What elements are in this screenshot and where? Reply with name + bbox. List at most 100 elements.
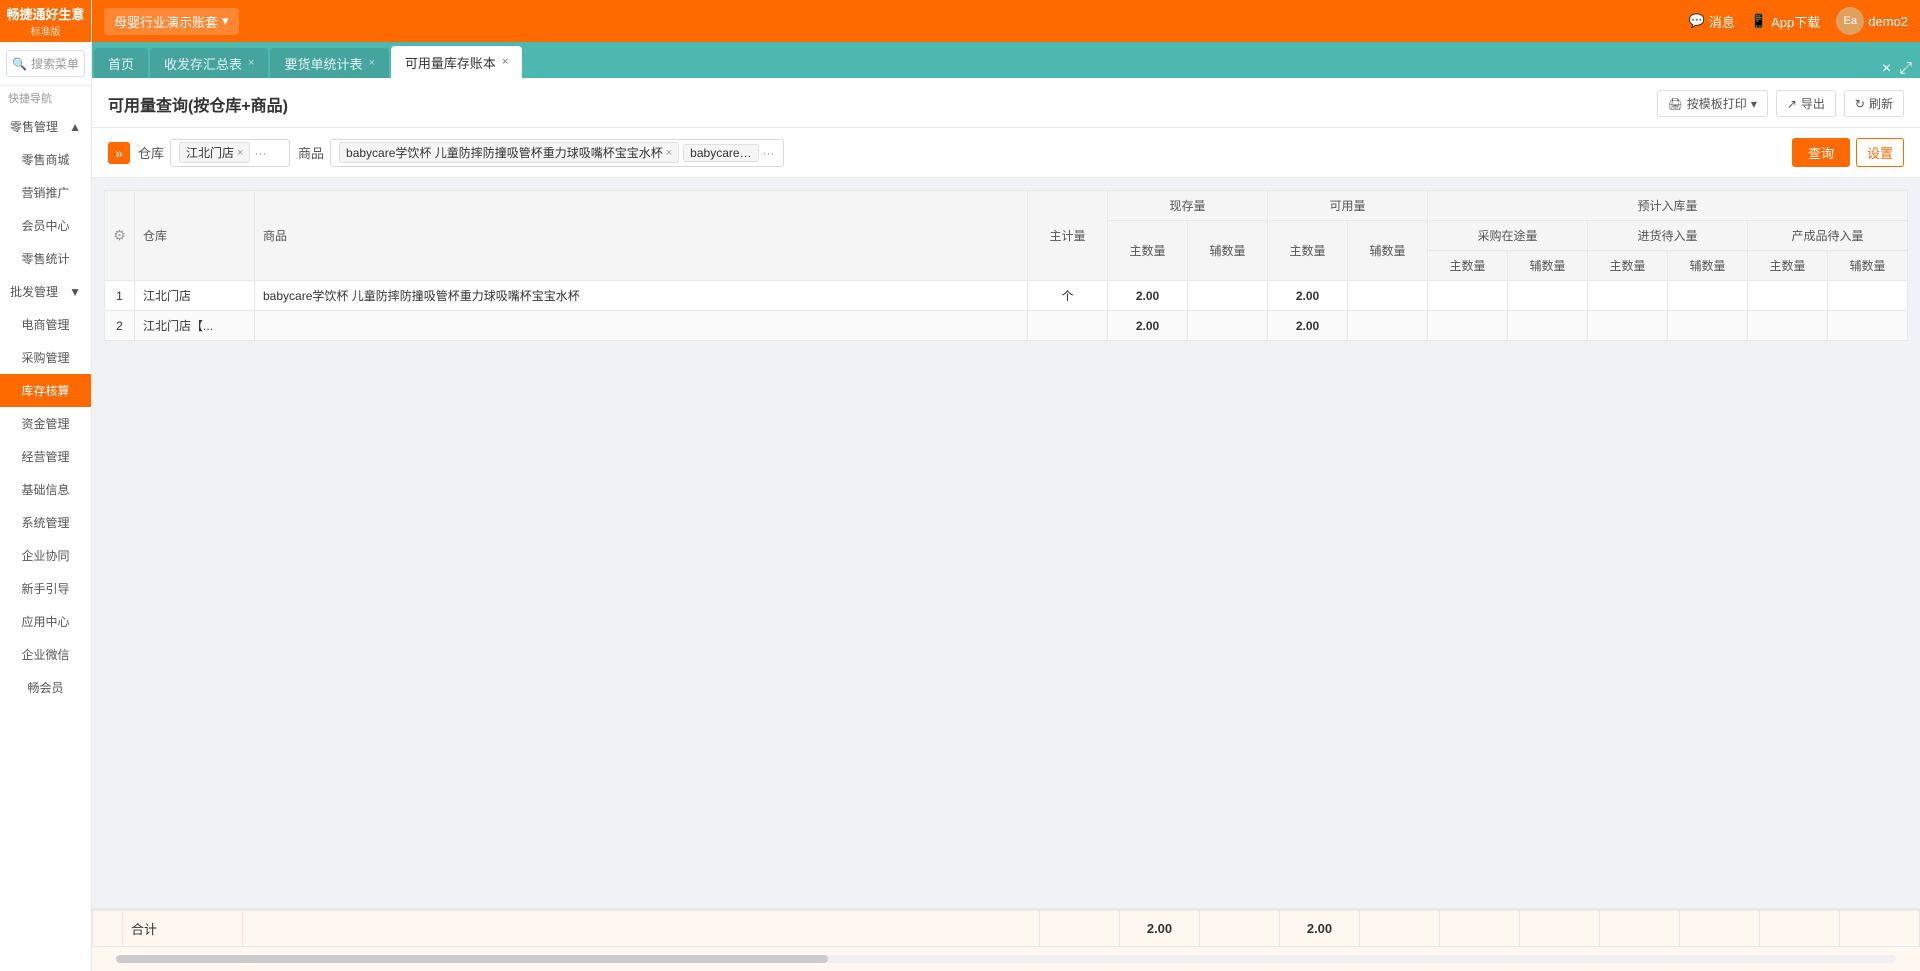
expand-button[interactable]: ⤢ [1899,60,1912,78]
tab-inventory[interactable]: 可用量库存账本 × [391,46,522,78]
topbar-right: 💬 消息 📱 App下载 Ea demo2 [1689,7,1908,35]
avatar: Ea [1836,7,1864,35]
table-th-warehouse: 仓库 [135,191,255,281]
footer-available-main: 2.00 [1280,911,1360,947]
message-button[interactable]: 💬 消息 [1689,12,1735,31]
footer-prod-aux [1840,911,1920,947]
row2-warehouse: 江北门店【... [135,311,255,341]
export-button[interactable]: ↗ 导出 [1776,90,1836,117]
footer-in-main [1600,911,1680,947]
sidebar-item-enterprise-label: 企业协同 [21,547,69,564]
product-filter-dots[interactable]: ··· [763,146,775,160]
gear-icon[interactable]: ⚙ [113,227,126,243]
row1-pt-aux [1508,281,1588,311]
tab-receipts-close[interactable]: × [248,57,254,69]
sidebar-item-member[interactable]: 会员中心 [0,209,91,242]
sidebar-item-inventory[interactable]: 库存核算 [0,374,91,407]
query-button[interactable]: 查询 [1792,138,1850,167]
sidebar-item-retail-mall[interactable]: 零售商城 [0,143,91,176]
row2-product [255,311,1028,341]
sidebar-item-enterprise[interactable]: 企业协同 [0,539,91,572]
print-button[interactable]: 🖨 按模板打印 ▾ [1657,90,1768,117]
footer-unit-cell [1040,911,1120,947]
sidebar-item-ecommerce[interactable]: 电商管理 [0,308,91,341]
footer-current-aux [1200,911,1280,947]
tab-order-stats-close[interactable]: × [368,57,374,69]
sidebar-item-retail-stats[interactable]: 零售统计 [0,242,91,275]
sidebar-item-operation[interactable]: 经营管理 [0,440,91,473]
table-th-in-main: 主数量 [1588,251,1668,281]
sidebar-item-appcenter-label: 应用中心 [21,613,69,630]
sidebar-item-purchase[interactable]: 采购管理 [0,341,91,374]
row1-warehouse: 江北门店 [135,281,255,311]
sidebar-item-marketing[interactable]: 营销推广 [0,176,91,209]
sidebar-item-system-label: 系统管理 [21,514,69,531]
sidebar-item-finance[interactable]: 资金管理 [0,407,91,440]
tab-order-stats[interactable]: 要货单统计表 × [270,48,388,78]
sidebar-item-basic[interactable]: 基础信息 [0,473,91,506]
sidebar-item-inventory-label: 库存核算 [21,382,69,399]
table-th-pt-aux: 辅数量 [1508,251,1588,281]
warehouse-filter-dots[interactable]: ··· [254,146,266,160]
table-th-available-aux: 辅数量 [1348,221,1428,281]
table-th-current-stock: 现存量 [1108,191,1268,221]
scrollbar-thumb[interactable] [116,955,828,963]
warehouse-tag-close[interactable]: × [237,147,243,159]
close-all-tabs-button[interactable]: × [1882,60,1891,78]
sidebar-item-wholesale[interactable]: 批发管理 ▼ [0,275,91,308]
product-tag2-text: babycare… [690,146,751,160]
sidebar-item-retail-stats-label: 零售统计 [21,250,69,267]
product-filter-label: 商品 [298,143,324,162]
footer-current-main: 2.00 [1120,911,1200,947]
refresh-button[interactable]: ↻ 刷新 [1844,90,1904,117]
product-filter-input[interactable]: babycare学饮杯 儿童防摔防撞吸管杯重力球吸嘴杯宝宝水杯 × babyca… [330,139,784,167]
phone-icon: 📱 [1751,13,1767,29]
search-menu-button[interactable]: 🔍 搜索菜单 [6,50,85,77]
user-profile[interactable]: Ea demo2 [1836,7,1908,35]
row2-current-main: 2.00 [1108,311,1188,341]
tab-home[interactable]: 首页 [94,48,148,78]
app-download-label: App下载 [1771,12,1820,31]
table-th-product: 商品 [255,191,1028,281]
app-download-button[interactable]: 📱 App下载 [1751,12,1820,31]
account-selector[interactable]: 母婴行业演示账套 ▾ [104,8,239,35]
table-row: 1 江北门店 babycare学饮杯 儿童防摔防撞吸管杯重力球吸嘴杯宝宝水杯 个… [105,281,1908,311]
print-dropdown-icon: ▾ [1751,97,1757,111]
message-label: 消息 [1709,12,1735,31]
quick-nav-label: 快捷导航 [0,86,91,110]
sidebar-item-wechat[interactable]: 企业微信 [0,638,91,671]
sidebar-item-vip[interactable]: 畅会员 [0,671,91,704]
sidebar-item-wechat-label: 企业微信 [21,646,69,663]
table-row: 2 江北门店【... 2.00 2.00 [105,311,1908,341]
warehouse-filter-group: 仓库 江北门店 × ··· [138,139,290,167]
row1-available-main: 2.00 [1268,281,1348,311]
scrollbar-track[interactable] [116,955,1896,963]
row1-current-main: 2.00 [1108,281,1188,311]
table-th-incoming: 进货待入量 [1588,221,1748,251]
row2-prod-main [1748,311,1828,341]
footer-label-text: 合计 [131,922,157,937]
topbar: 母婴行业演示账套 ▾ 💬 消息 📱 App下载 Ea demo2 [92,0,1920,42]
app-logo: 畅捷通好生意 标准版 [0,0,91,42]
export-label: 导出 [1801,95,1825,112]
sidebar-item-newguide[interactable]: 新手引导 [0,572,91,605]
footer-available-aux [1360,911,1440,947]
settings-button[interactable]: 设置 [1856,138,1904,167]
table-th-unit: 主计量 [1028,191,1108,281]
sidebar: 畅捷通好生意 标准版 🔍 搜索菜单 快捷导航 零售管理 ▲ 零售商城 营销推广 … [0,0,92,971]
sidebar-item-appcenter[interactable]: 应用中心 [0,605,91,638]
tab-receipts[interactable]: 收发存汇总表 × [150,48,268,78]
filter-expand-button[interactable]: » [108,142,130,164]
print-label: 按模板打印 [1687,95,1747,112]
sidebar-item-retail[interactable]: 零售管理 ▲ [0,110,91,143]
tab-order-stats-label: 要货单统计表 [284,54,362,73]
row2-available-aux [1348,311,1428,341]
content-area: 可用量查询(按仓库+商品) 🖨 按模板打印 ▾ ↗ 导出 ↻ 刷新 » [92,78,1920,971]
tab-inventory-close[interactable]: × [502,56,508,68]
row1-in-aux [1668,281,1748,311]
row2-current-aux [1188,311,1268,341]
sidebar-item-system[interactable]: 系统管理 [0,506,91,539]
dropdown-icon: ▾ [222,13,229,29]
warehouse-filter-input[interactable]: 江北门店 × ··· [170,139,290,167]
product-tag1-close[interactable]: × [666,147,672,159]
